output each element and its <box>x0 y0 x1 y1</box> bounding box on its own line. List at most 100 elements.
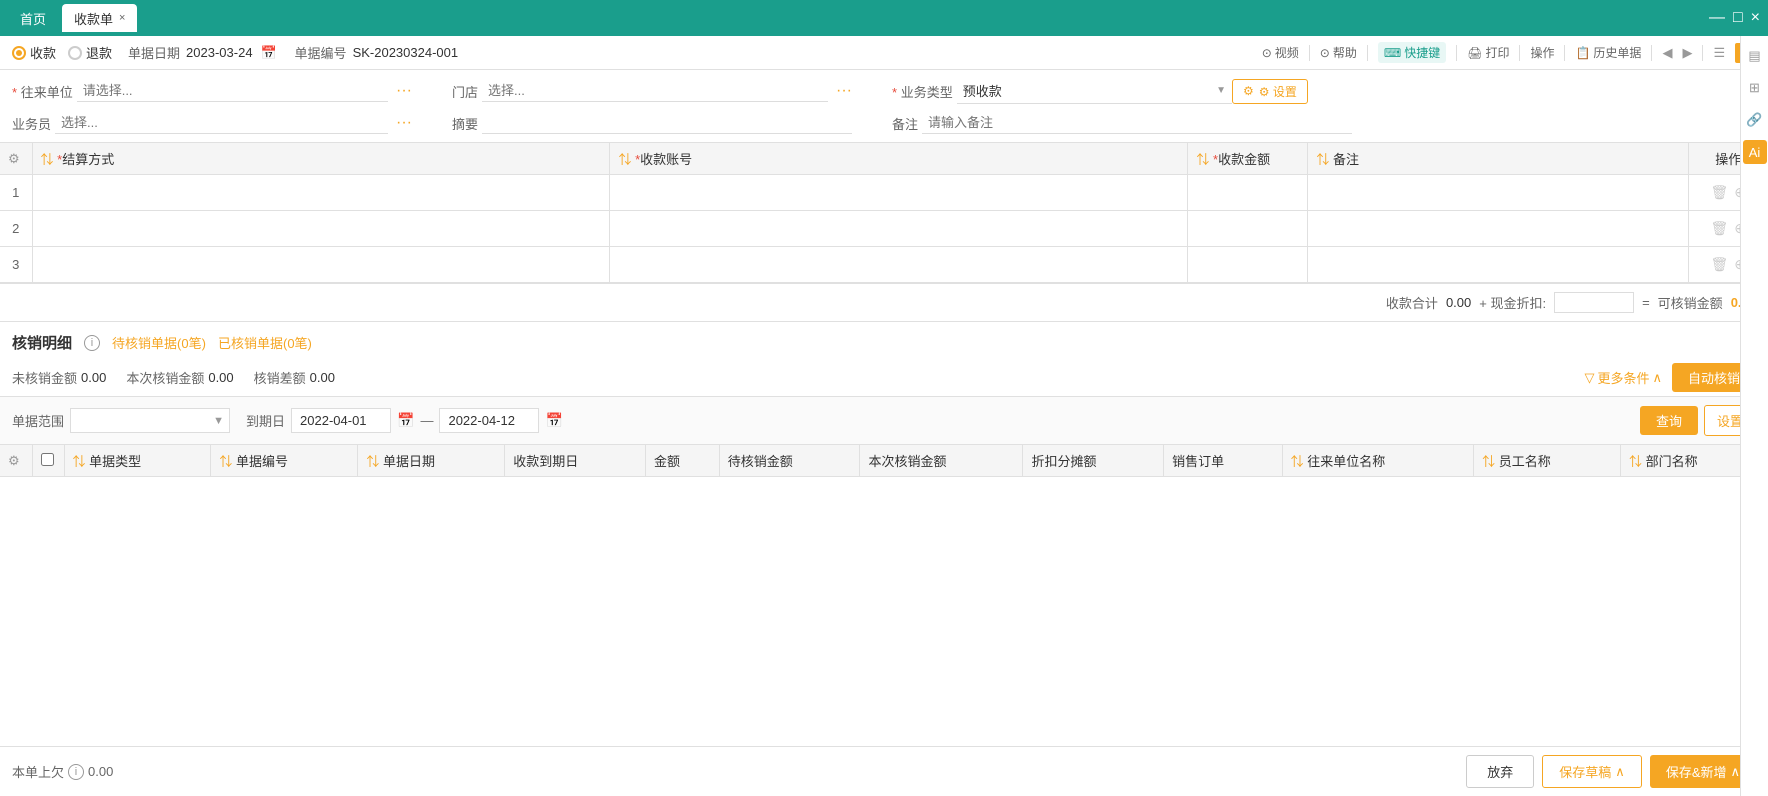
shop-input[interactable] <box>482 80 828 102</box>
th-account-sort[interactable]: ⇅ <box>618 152 631 167</box>
row2-remark[interactable] <box>1308 211 1688 247</box>
th-remark-label: 备注 <box>1333 152 1359 167</box>
diff-label: 核销差额 <box>254 368 306 387</box>
date-filter: 到期日 📅 — 📅 <box>246 408 563 433</box>
tab-receipt-close[interactable]: × <box>119 12 125 24</box>
bottom-bar: 本单上欠 i 0.00 放弃 保存草稿 ∧ 保存&新增 ∧ <box>0 746 1768 796</box>
window-max-btn[interactable]: □ <box>1733 9 1743 27</box>
video-label: 视频 <box>1275 44 1299 61</box>
window-min-btn[interactable]: — <box>1709 9 1725 27</box>
th-remark-sort[interactable]: ⇅ <box>1316 152 1329 167</box>
total-value: 0.00 <box>1446 295 1471 310</box>
th-remark: ⇅ 备注 <box>1308 143 1688 175</box>
row3-settlement[interactable] <box>32 247 610 283</box>
query-btn[interactable]: 查询 <box>1640 406 1698 435</box>
date-to-input[interactable] <box>439 408 539 433</box>
sidebar-link-icon[interactable]: 🔗 <box>1743 108 1767 132</box>
window-controls: — □ × <box>1709 9 1760 27</box>
sidebar-ai-icon[interactable]: Ai <box>1743 140 1767 164</box>
calendar-icon[interactable]: 📅 <box>259 43 279 63</box>
salesperson-input[interactable] <box>55 112 388 134</box>
row1-settlement[interactable] <box>32 175 610 211</box>
select-all-checkbox[interactable] <box>41 453 54 466</box>
lower-th-employee-sort[interactable]: ⇅ <box>1482 454 1495 469</box>
divider3 <box>1456 45 1457 61</box>
row1-account[interactable] <box>610 175 1188 211</box>
print-btn[interactable]: 🖨 打印 <box>1467 44 1509 61</box>
abandon-btn[interactable]: 放弃 <box>1466 755 1534 788</box>
lower-th-type-sort[interactable]: ⇅ <box>73 454 86 469</box>
date-to-calendar-icon[interactable]: 📅 <box>545 412 562 429</box>
discount-input[interactable] <box>1554 292 1634 313</box>
row2-settlement[interactable] <box>32 211 610 247</box>
lower-th-date-sort[interactable]: ⇅ <box>366 454 379 469</box>
lower-th-amount: 金额 <box>645 445 719 477</box>
pending-tab[interactable]: 待核销单据(0笔) <box>112 333 206 352</box>
lower-th-dept-sort[interactable]: ⇅ <box>1629 454 1642 469</box>
row1-remark[interactable] <box>1308 175 1688 211</box>
help-btn[interactable]: ⊙ 帮助 <box>1320 44 1357 61</box>
equals-sign: = <box>1642 295 1650 310</box>
shop-more-btn[interactable]: ··· <box>836 82 852 100</box>
video-btn[interactable]: ⊙ 视频 <box>1262 44 1299 61</box>
range-select[interactable] <box>70 408 230 433</box>
verification-section: 核销明细 i 待核销单据(0笔) 已核销单据(0笔) 未核销金额 0.00 本次… <box>0 322 1768 746</box>
th-account-label: *收款账号 <box>635 152 692 167</box>
more-conditions-btn[interactable]: ▽ 更多条件 ∧ <box>1584 368 1662 387</box>
row1-delete-icon[interactable]: 🗑 <box>1710 184 1728 201</box>
done-tab[interactable]: 已核销单据(0笔) <box>218 333 312 352</box>
list-icon[interactable]: ☰ <box>1713 45 1725 61</box>
tab-receipt[interactable]: 收款单 × <box>62 4 137 32</box>
shortcut-icon: ⌨ <box>1384 46 1401 60</box>
summary-label: 摘要 <box>452 114 478 133</box>
counterpart-more-btn[interactable]: ··· <box>396 82 412 100</box>
sidebar-grid-icon[interactable]: ⊞ <box>1743 76 1767 100</box>
date-from-calendar-icon[interactable]: 📅 <box>397 412 414 429</box>
th-settlement: ⇅ *结算方式 <box>32 143 610 175</box>
counterpart-field: * 往来单位 ··· <box>12 80 412 102</box>
save-draft-btn[interactable]: 保存草稿 ∧ <box>1542 755 1642 788</box>
counterpart-input[interactable] <box>77 80 388 102</box>
lower-table-gear-icon[interactable]: ⚙ <box>8 453 20 468</box>
bottom-info-icon[interactable]: i <box>68 764 84 780</box>
pending-label: 待核销单据 <box>112 336 177 351</box>
window-close-btn[interactable]: × <box>1751 9 1760 27</box>
business-type-select[interactable]: 预收款 ▼ <box>957 78 1232 104</box>
number-label: 单据编号 <box>295 43 347 62</box>
row3-amount[interactable] <box>1188 247 1308 283</box>
divider4 <box>1519 45 1520 61</box>
remark-input[interactable] <box>922 112 1352 134</box>
tab-home[interactable]: 首页 <box>8 4 58 32</box>
row3-delete-icon[interactable]: 🗑 <box>1710 256 1728 273</box>
verification-info-icon[interactable]: i <box>84 335 100 351</box>
uncancelled-stat: 未核销金额 0.00 <box>12 368 106 387</box>
operation-label: 操作 <box>1530 44 1554 61</box>
radio-receipt[interactable]: 收款 <box>12 43 56 62</box>
row2-account[interactable] <box>610 211 1188 247</box>
row2-delete-icon[interactable]: 🗑 <box>1710 220 1728 237</box>
history-btn[interactable]: 📋 历史单据 <box>1575 44 1641 61</box>
row3-remark[interactable] <box>1308 247 1688 283</box>
radio-refund[interactable]: 退款 <box>68 43 112 62</box>
shop-label: 门店 <box>452 82 478 101</box>
bottom-info: 本单上欠 i 0.00 <box>12 762 113 781</box>
date-from-input[interactable] <box>291 408 391 433</box>
nav-left-icon[interactable]: ◀ <box>1662 45 1672 61</box>
table-gear-icon[interactable]: ⚙ <box>8 151 20 166</box>
lower-th-counterpart-sort[interactable]: ⇅ <box>1291 454 1304 469</box>
salesperson-more-btn[interactable]: ··· <box>396 114 412 132</box>
row2-amount[interactable] <box>1188 211 1308 247</box>
nav-right-icon[interactable]: ▶ <box>1682 45 1692 61</box>
th-settlement-sort[interactable]: ⇅ <box>41 152 54 167</box>
row3-account[interactable] <box>610 247 1188 283</box>
form-settings-btn[interactable]: ⚙ ⚙ 设置 <box>1232 79 1308 104</box>
diff-value: 0.00 <box>310 370 335 385</box>
sidebar-table-icon[interactable]: ▤ <box>1743 44 1767 68</box>
operation-btn[interactable]: 操作 <box>1530 44 1554 61</box>
row1-amount[interactable] <box>1188 175 1308 211</box>
done-label: 已核销单据 <box>218 336 283 351</box>
summary-input[interactable] <box>482 112 852 134</box>
lower-th-number-sort[interactable]: ⇅ <box>219 454 232 469</box>
shortcut-btn[interactable]: ⌨ 快捷键 <box>1378 42 1446 63</box>
th-amount-sort[interactable]: ⇅ <box>1196 152 1209 167</box>
